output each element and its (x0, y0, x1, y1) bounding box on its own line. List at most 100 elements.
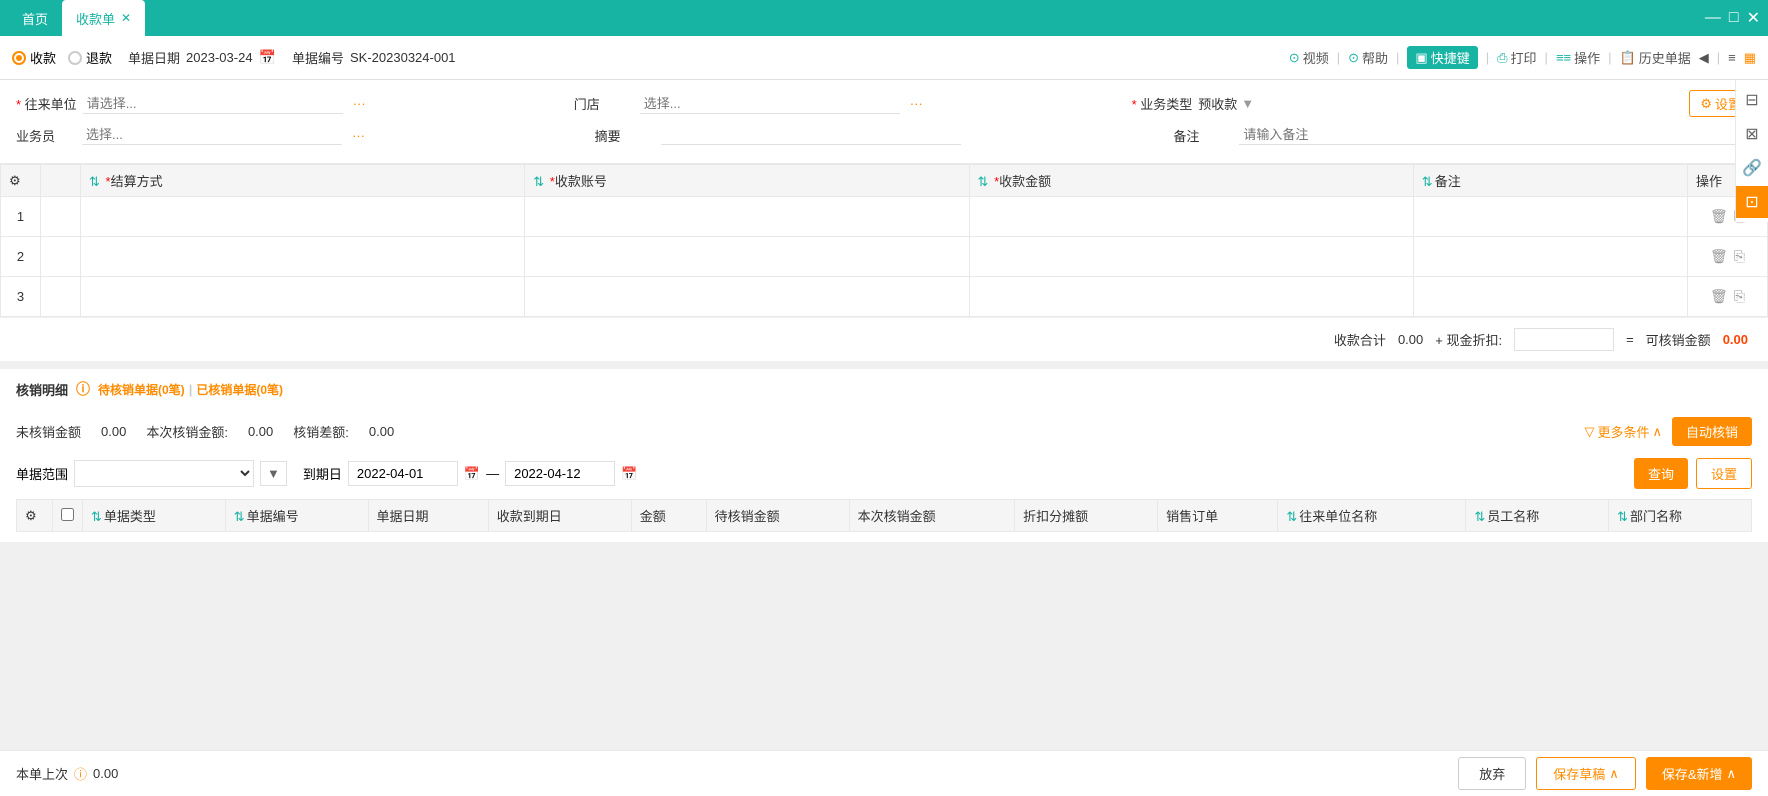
tab-close-icon[interactable]: ✕ (121, 11, 131, 25)
sidebar-expand-icon[interactable]: ⊡ (1736, 186, 1768, 218)
vth-number: ⇅单据编号 (225, 500, 368, 532)
row3-num2 (41, 277, 81, 317)
vth-counterpart: ⇅往来单位名称 (1278, 500, 1466, 532)
footer-right: 放弃 保存草稿 ∧ 保存&新增 ∧ (1458, 757, 1752, 790)
grid-view-icon[interactable]: ▦ (1744, 50, 1756, 66)
row2-copy-icon[interactable]: ⎘ (1734, 248, 1745, 265)
summary-field: 摘要 (595, 125, 1174, 145)
sort-type-icon[interactable]: ⇅ (91, 509, 102, 524)
save-draft-arrow-icon: ∧ (1609, 766, 1619, 782)
done-tab[interactable]: 已核销单据(0笔) (196, 381, 283, 398)
counterpart-field: 往来单位 ··· (16, 94, 574, 114)
row2-amount[interactable] (969, 237, 1413, 277)
save-draft-button[interactable]: 保存草稿 ∧ (1536, 757, 1636, 790)
calendar-end-icon[interactable]: 📅 (621, 466, 637, 482)
notes-input[interactable] (1239, 125, 1752, 145)
history-action[interactable]: 📋 历史单据 (1620, 48, 1691, 67)
tab-receipt[interactable]: 收款单 ✕ (62, 0, 145, 36)
video-action[interactable]: ⊙ 视频 (1289, 48, 1329, 67)
sort-counterpart-icon[interactable]: ⇅ (1286, 509, 1297, 524)
sort-dept-icon[interactable]: ⇅ (1617, 509, 1628, 524)
chevron-up-icon: ∧ (1652, 424, 1662, 440)
row1-amount[interactable] (969, 197, 1413, 237)
shop-input[interactable] (640, 94, 900, 114)
range-select[interactable] (74, 460, 254, 487)
th-amount: ⇅ *收款金额 (969, 165, 1413, 197)
sort-number-icon[interactable]: ⇅ (234, 509, 245, 524)
sort-amount-icon[interactable]: ⇅ (978, 174, 989, 189)
tab-home[interactable]: 首页 (8, 0, 62, 36)
abandon-button[interactable]: 放弃 (1458, 757, 1526, 790)
row1-settlement[interactable] (81, 197, 525, 237)
more-conditions-button[interactable]: ▽ 更多条件 ∧ (1584, 422, 1662, 441)
print-icon: ⎙ (1497, 50, 1507, 66)
sort-staff-icon[interactable]: ⇅ (1474, 509, 1485, 524)
save-new-button[interactable]: 保存&新增 ∧ (1646, 757, 1752, 790)
summary-input[interactable] (661, 125, 961, 145)
counterpart-input[interactable] (83, 94, 343, 114)
row2-num2 (41, 237, 81, 277)
sort-settlement-icon[interactable]: ⇅ (89, 174, 100, 189)
shortcut-action[interactable]: ▣ 快捷键 (1407, 46, 1477, 69)
row1-account[interactable] (525, 197, 969, 237)
shop-more-icon[interactable]: ··· (906, 96, 927, 111)
row3-settlement[interactable] (81, 277, 525, 317)
range-dropdown-button[interactable]: ▼ (260, 461, 287, 486)
row3-copy-icon[interactable]: ⎘ (1734, 288, 1745, 305)
notes-field: 备注 (1173, 125, 1752, 145)
th-gear[interactable]: ⚙ (1, 165, 41, 197)
row3-notes[interactable] (1413, 277, 1687, 317)
minimize-button[interactable]: — (1705, 9, 1721, 27)
row1-delete-icon[interactable]: 🗑 (1710, 208, 1728, 225)
select-all-checkbox[interactable] (61, 508, 74, 521)
auto-verify-button[interactable]: 自动核销 (1672, 417, 1752, 446)
row3-amount[interactable] (969, 277, 1413, 317)
vth-checkbox[interactable] (53, 500, 83, 532)
calendar-icon[interactable]: 📅 (259, 49, 276, 66)
row1-notes[interactable] (1413, 197, 1687, 237)
vth-gear[interactable]: ⚙ (17, 500, 53, 532)
discount-input[interactable] (1514, 328, 1614, 351)
diff-label: 核销差额: (293, 422, 349, 441)
verify-settings-button[interactable]: 设置 (1696, 458, 1752, 489)
row2-account[interactable] (525, 237, 969, 277)
help-action[interactable]: ⊙ 帮助 (1348, 48, 1388, 67)
close-button[interactable]: ✕ (1747, 8, 1760, 28)
query-button[interactable]: 查询 (1634, 458, 1688, 489)
th-num (41, 165, 81, 197)
sort-account-icon[interactable]: ⇅ (533, 174, 544, 189)
due-date-end-input[interactable] (505, 461, 615, 486)
sidebar-link-icon[interactable]: 🔗 (1736, 152, 1768, 184)
operation-action[interactable]: ≡≡ 操作 (1556, 48, 1600, 67)
row3-account[interactable] (525, 277, 969, 317)
radio-refund[interactable]: 退款 (68, 48, 112, 67)
radio-receipt-dot (12, 51, 26, 65)
staff-more-icon[interactable]: ··· (348, 128, 369, 143)
row2-settlement[interactable] (81, 237, 525, 277)
row1-num: 1 (1, 197, 41, 237)
staff-input[interactable] (82, 125, 342, 145)
business-type-dropdown-icon[interactable]: ▼ (1241, 96, 1254, 111)
list-view-icon[interactable]: ≡ (1728, 50, 1736, 65)
row3-delete-icon[interactable]: 🗑 (1710, 288, 1728, 305)
sidebar-table-icon[interactable]: ⊟ (1736, 84, 1768, 116)
table-header-row: ⚙ ⇅ *结算方式 ⇅ *收款账号 ⇅ *收款金额 ⇅备 (1, 165, 1768, 197)
sort-notes-icon[interactable]: ⇅ (1422, 174, 1433, 189)
video-icon: ⊙ (1289, 50, 1300, 66)
footer-info-icon[interactable]: ⓘ (74, 764, 87, 783)
sidebar-clipboard-icon[interactable]: ⊠ (1736, 118, 1768, 150)
due-date-start-input[interactable] (348, 461, 458, 486)
row2-delete-icon[interactable]: 🗑 (1710, 248, 1728, 265)
calendar-start-icon[interactable]: 📅 (464, 466, 480, 482)
counterpart-more-icon[interactable]: ··· (349, 96, 370, 111)
form-row-1: 往来单位 ··· 门店 ··· 业务类型 预收款 ▼ ⚙ 设置 (16, 90, 1752, 117)
print-action[interactable]: ⎙ 打印 (1497, 48, 1536, 67)
radio-receipt[interactable]: 收款 (12, 48, 56, 67)
row2-notes[interactable] (1413, 237, 1687, 277)
nav-left-icon[interactable]: ◀ (1699, 50, 1709, 66)
operation-icon: ≡≡ (1556, 50, 1571, 65)
verification-info-icon[interactable]: ⓘ (76, 379, 90, 399)
pending-tab[interactable]: 待核销单据(0笔) (98, 381, 185, 398)
vth-current: 本次核销金额 (849, 500, 1015, 532)
maximize-button[interactable]: □ (1729, 9, 1739, 27)
